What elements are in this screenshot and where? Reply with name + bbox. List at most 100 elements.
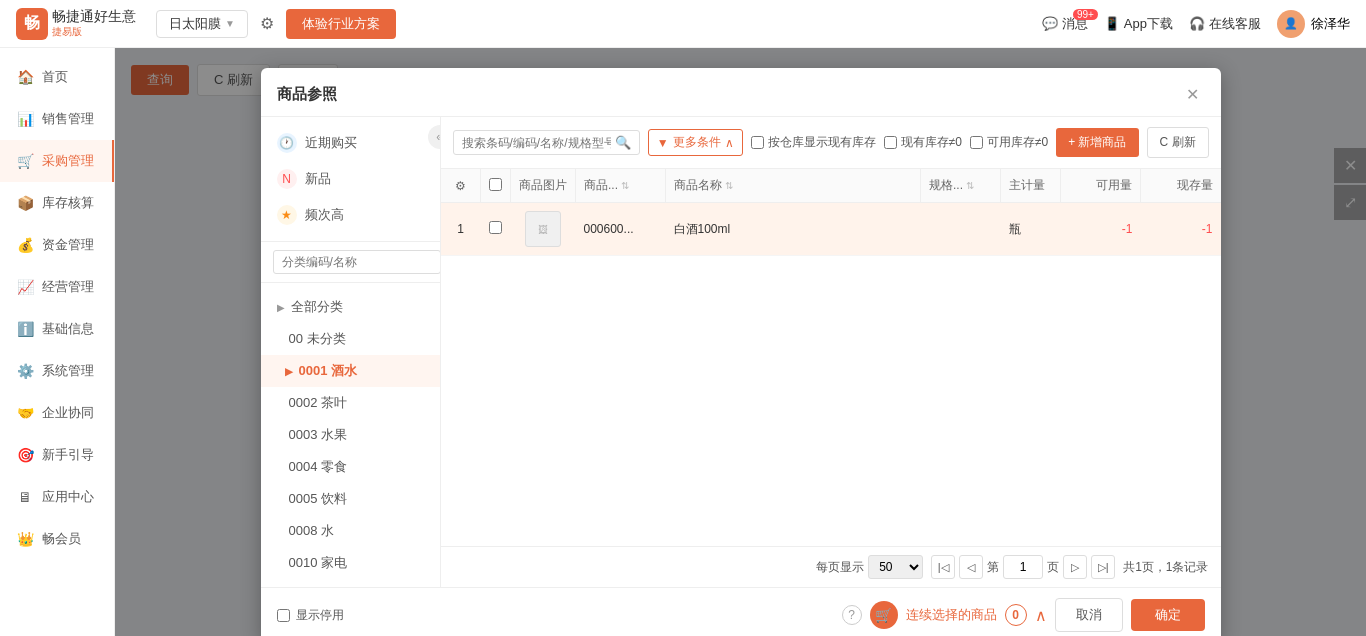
row-stock: -1 (1141, 203, 1221, 256)
product-search-input[interactable] (462, 136, 611, 150)
sidebar-nav: 🏠 首页 📊 销售管理 🛒 采购管理 📦 库存核算 💰 资金管理 📈 经 (0, 48, 114, 560)
chk-available[interactable]: 可用库存≠0 (970, 134, 1048, 151)
sidebar: 🏠 首页 📊 销售管理 🛒 采购管理 📦 库存核算 💰 资金管理 📈 经 (0, 48, 115, 636)
cat-beverage[interactable]: 0005 饮料 (261, 483, 440, 515)
cat-uncategorized[interactable]: 00 未分类 (261, 323, 440, 355)
help-icon[interactable]: ? (842, 605, 862, 625)
finance-icon: 💰 (16, 236, 34, 254)
store-arrow-icon: ▼ (225, 18, 235, 29)
chk-by-warehouse[interactable]: 按仓库显示现有库存 (751, 134, 876, 151)
confirm-btn[interactable]: 确定 (1131, 599, 1205, 631)
next-page-btn[interactable]: ▷ (1063, 555, 1087, 579)
sidebar-item-vip[interactable]: 👑 畅会员 (0, 518, 114, 560)
table-settings-icon[interactable]: ⚙ (455, 179, 466, 193)
pagination-bar: 每页显示 50 100 200 |◁ ◁ 第 (441, 546, 1221, 587)
tab-frequent[interactable]: ★ 频次高 (261, 197, 440, 233)
avatar: 👤 (1277, 10, 1305, 38)
cat-liquor[interactable]: ▶ 0001 酒水 (261, 355, 440, 387)
sidebar-item-guide[interactable]: 🎯 新手引导 (0, 434, 114, 476)
row-checkbox[interactable] (481, 203, 511, 256)
left-panel: « 🕐 近期购买 N 新品 ★ 频次高 (261, 117, 441, 587)
sidebar-item-purchase[interactable]: 🛒 采购管理 (0, 140, 114, 182)
page-number-input[interactable] (1003, 555, 1043, 579)
sidebar-item-sales[interactable]: 📊 销售管理 (0, 98, 114, 140)
cat-appliance[interactable]: 0010 家电 (261, 547, 440, 579)
new-icon: N (277, 169, 297, 189)
tab-new-product[interactable]: N 新品 (261, 161, 440, 197)
th-avail: 可用量 (1061, 169, 1141, 203)
cat-water[interactable]: 0008 水 (261, 515, 440, 547)
th-product-code[interactable]: 商品...⇅ (576, 169, 666, 203)
user-area[interactable]: 👤 徐泽华 (1277, 10, 1350, 38)
th-product-name[interactable]: 商品名称⇅ (666, 169, 921, 203)
product-table-wrap: ⚙ 商品图片 (441, 169, 1221, 546)
product-image-placeholder: 🖼 (525, 211, 561, 247)
cat-snack[interactable]: 0004 零食 (261, 451, 440, 483)
logo-icon: 畅 (16, 8, 48, 40)
nav-online-service[interactable]: 🎧 在线客服 (1189, 15, 1261, 33)
nav-right: 💬 消息 99+ 📱 App下载 🎧 在线客服 👤 徐泽华 (1042, 10, 1350, 38)
message-icon: 💬 (1042, 16, 1058, 31)
tab-recent-purchase[interactable]: 🕐 近期购买 (261, 125, 440, 161)
sidebar-item-operations[interactable]: 📈 经营管理 (0, 266, 114, 308)
logo-sub: 捷易版 (52, 25, 136, 39)
app-center-icon: 🖥 (16, 488, 34, 506)
store-selector[interactable]: 日太阳膜 ▼ (156, 10, 248, 38)
cat-active-arrow-icon: ▶ (285, 366, 293, 377)
cart-count: 0 (1005, 604, 1027, 626)
cat-tea[interactable]: 0002 茶叶 (261, 387, 440, 419)
sidebar-item-collab[interactable]: 🤝 企业协同 (0, 392, 114, 434)
prev-page-btn[interactable]: ◁ (959, 555, 983, 579)
sidebar-item-app-center[interactable]: 🖥 应用中心 (0, 476, 114, 518)
select-all-checkbox[interactable] (489, 178, 502, 191)
info-icon: ℹ️ (16, 320, 34, 338)
row-product-image: 🖼 (511, 203, 576, 256)
sidebar-item-home[interactable]: 🏠 首页 (0, 56, 114, 98)
show-disabled-label[interactable]: 显示停用 (277, 607, 344, 624)
add-product-btn[interactable]: + 新增商品 (1056, 128, 1138, 157)
table-row[interactable]: 1 🖼 (441, 203, 1221, 256)
show-disabled-checkbox[interactable] (277, 609, 290, 622)
more-filter-btn[interactable]: ▼ 更多条件 ∧ (648, 129, 743, 156)
dialog-body: « 🕐 近期购买 N 新品 ★ 频次高 (261, 117, 1221, 587)
filter-icon: ▼ (657, 136, 669, 150)
sidebar-item-basic-info[interactable]: ℹ️ 基础信息 (0, 308, 114, 350)
cat-search-input[interactable] (273, 250, 441, 274)
sidebar-item-finance[interactable]: 💰 资金管理 (0, 224, 114, 266)
nav-message[interactable]: 💬 消息 99+ (1042, 15, 1088, 33)
mobile-icon: 📱 (1104, 16, 1120, 31)
dialog-close-btn[interactable]: ✕ (1181, 82, 1205, 106)
category-search: 🔍 (261, 242, 440, 283)
cat-all[interactable]: ▶ 全部分类 (261, 291, 440, 323)
frequent-icon: ★ (277, 205, 297, 225)
th-spec[interactable]: 规格...⇅ (921, 169, 1001, 203)
sidebar-item-system[interactable]: ⚙️ 系统管理 (0, 350, 114, 392)
right-toolbar: 🔍 ▼ 更多条件 ∧ 按仓库显示现有库存 (441, 117, 1221, 169)
sidebar-item-inventory[interactable]: 📦 库存核算 (0, 182, 114, 224)
last-page-btn[interactable]: ▷| (1091, 555, 1115, 579)
first-page-btn[interactable]: |◁ (931, 555, 955, 579)
name-sort-icon: ⇅ (725, 180, 733, 191)
trial-btn[interactable]: 体验行业方案 (286, 9, 396, 39)
nav-app-download[interactable]: 📱 App下载 (1104, 15, 1173, 33)
sales-icon: 📊 (16, 110, 34, 128)
per-page-dropdown[interactable]: 50 100 200 (868, 555, 923, 579)
row-unit: 瓶 (1001, 203, 1061, 256)
chk-has-stock[interactable]: 现有库存≠0 (884, 134, 962, 151)
product-search-icon[interactable]: 🔍 (615, 135, 631, 150)
cart-selection[interactable]: 🛒 连续选择的商品 0 (870, 601, 1027, 629)
vip-icon: 👑 (16, 530, 34, 548)
refresh-btn[interactable]: C 刷新 (1147, 127, 1209, 158)
home-icon: 🏠 (16, 68, 34, 86)
collab-icon: 🤝 (16, 404, 34, 422)
guide-icon: 🎯 (16, 446, 34, 464)
total-info: 共1页，1条记录 (1123, 559, 1208, 576)
settings-icon[interactable]: ⚙ (260, 14, 274, 33)
cancel-btn[interactable]: 取消 (1055, 598, 1123, 632)
inventory-icon: 📦 (16, 194, 34, 212)
dialog-header: 商品参照 ✕ (261, 68, 1221, 117)
th-product-image: 商品图片 (511, 169, 576, 203)
row-avail: -1 (1061, 203, 1141, 256)
cat-fruit[interactable]: 0003 水果 (261, 419, 440, 451)
cart-collapse-btn[interactable]: ∧ (1035, 606, 1047, 625)
